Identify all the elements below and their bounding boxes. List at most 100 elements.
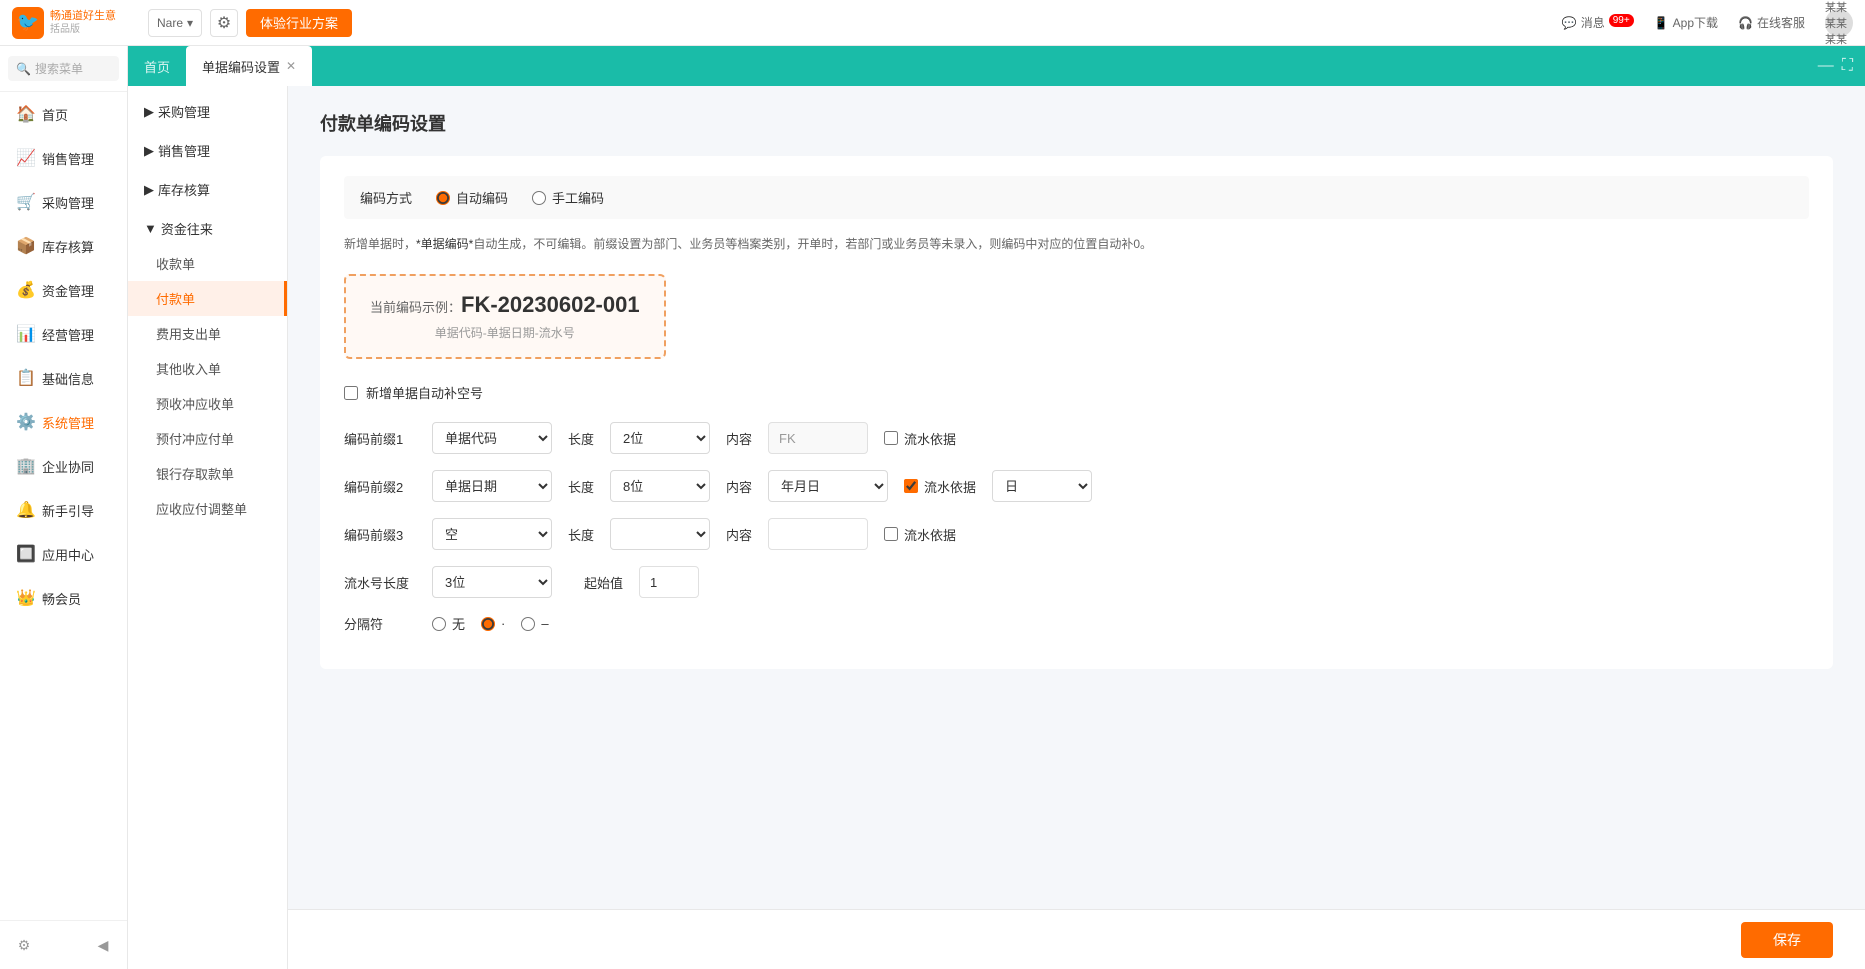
auto-encoding-label: 自动编码	[456, 188, 508, 207]
subnav-group-funds-title[interactable]: ▼ 资金往来	[128, 211, 287, 246]
subnav-group-inventory-title[interactable]: ▶ 库存核算	[128, 172, 287, 207]
maximize-icon[interactable]: ⛶	[1842, 57, 1853, 75]
sidebar-item-enterprise[interactable]: 🏢 企业协同	[0, 444, 127, 488]
sidebar-item-label: 新手引导	[42, 501, 94, 520]
serial3-label: 流水依据	[904, 525, 956, 544]
subnav-group-sales-title[interactable]: ▶ 销售管理	[128, 133, 287, 168]
prefix3-select[interactable]: 单据代码 单据日期 部门 业务员 空	[432, 518, 552, 550]
content-with-subnav: ▶ 采购管理 ▶ 销售管理 ▶ 库存核算	[128, 86, 1865, 969]
settings-gear-button[interactable]: ⚙	[210, 9, 238, 37]
minimize-icon[interactable]: —	[1818, 57, 1834, 75]
sidebar-search-area[interactable]: 🔍 搜索菜单	[0, 46, 127, 92]
tab-home[interactable]: 首页	[128, 46, 186, 86]
content2-select[interactable]: 年月日 年月 年	[768, 470, 888, 502]
length1-select[interactable]: 2位 4位	[610, 422, 710, 454]
subnav-item-adjustment[interactable]: 应收应付调整单	[128, 491, 287, 526]
sidebar-item-apps[interactable]: 🔲 应用中心	[0, 532, 127, 576]
sep-dash-radio[interactable]	[521, 617, 535, 631]
settings-bottom-button[interactable]: ⚙	[10, 931, 38, 959]
sidebar-item-member[interactable]: 👑 畅会员	[0, 576, 127, 620]
trial-button[interactable]: 体验行业方案	[246, 9, 352, 37]
save-button[interactable]: 保存	[1741, 922, 1833, 958]
collapse-sidebar-button[interactable]: ◀	[89, 931, 117, 959]
purchase-icon: 🛒	[16, 192, 34, 212]
prefix2-select[interactable]: 单据代码 单据日期 部门 业务员 空	[432, 470, 552, 502]
serial3-checkbox[interactable]	[884, 527, 898, 541]
auto-encoding-radio[interactable]	[436, 191, 450, 205]
page-title: 付款单编码设置	[320, 110, 1833, 136]
content1-input[interactable]	[768, 422, 868, 454]
sidebar-item-guide[interactable]: 🔔 新手引导	[0, 488, 127, 532]
app-download-action[interactable]: 📱 App下载	[1654, 14, 1718, 31]
sidebar-item-inventory[interactable]: 📦 库存核算	[0, 224, 127, 268]
sidebar-item-finance[interactable]: 💰 资金管理	[0, 268, 127, 312]
sep-none-radio[interactable]	[432, 617, 446, 631]
sep-dot-option[interactable]: ·	[481, 616, 505, 631]
code-preview-value: 当前编码示例：FK-20230602-001	[370, 292, 640, 318]
search-icon: 🔍	[16, 62, 31, 76]
subnav-item-bank-deposit[interactable]: 银行存取款单	[128, 456, 287, 491]
subnav-item-expense[interactable]: 费用支出单	[128, 316, 287, 351]
serial2-day-select[interactable]: 日 月 年	[992, 470, 1092, 502]
tab-close-icon[interactable]: ✕	[286, 59, 296, 73]
sidebar-item-system[interactable]: ⚙️ 系统管理	[0, 400, 127, 444]
content3-input[interactable]	[768, 518, 868, 550]
subnav-purchase-label: 采购管理	[158, 102, 210, 121]
sidebar-item-label: 首页	[42, 105, 68, 124]
serial2-checkbox[interactable]	[904, 479, 918, 493]
sep-dash-option[interactable]: –	[521, 616, 548, 631]
sidebar-item-operations[interactable]: 📊 经营管理	[0, 312, 127, 356]
page-content: 付款单编码设置 编码方式 自动编码 手工编码	[288, 86, 1865, 909]
logo-area: 🐦 畅通道好生意 括品版	[12, 7, 140, 39]
separator-label: 分隔符	[344, 614, 416, 633]
message-icon: 💬	[1562, 16, 1577, 30]
subnav-item-prepaid-pay[interactable]: 预付冲应付单	[128, 421, 287, 456]
enterprise-icon: 🏢	[16, 456, 34, 476]
sep-none-label: 无	[452, 614, 465, 633]
sidebar-item-basic[interactable]: 📋 基础信息	[0, 356, 127, 400]
auto-encoding-option[interactable]: 自动编码	[436, 188, 508, 207]
start-value-label: 起始值	[584, 573, 623, 592]
prefix1-select[interactable]: 单据代码 单据日期 部门 业务员 空	[432, 422, 552, 454]
serial-length-select[interactable]: 3位 4位 5位 6位	[432, 566, 552, 598]
sidebar-item-label: 资金管理	[42, 281, 94, 300]
system-icon: ⚙️	[16, 412, 34, 432]
manual-encoding-radio[interactable]	[532, 191, 546, 205]
start-value-input[interactable]	[639, 566, 699, 598]
manual-encoding-option[interactable]: 手工编码	[532, 188, 604, 207]
length3-label: 长度	[568, 525, 594, 544]
logo-text: 畅通道好生意 括品版	[50, 9, 116, 36]
length3-select[interactable]	[610, 518, 710, 550]
message-action[interactable]: 💬 消息 99+	[1562, 14, 1634, 31]
user-avatar[interactable]: 某某某某某某	[1825, 9, 1853, 37]
auto-fill-checkbox[interactable]	[344, 386, 358, 400]
content3-label: 内容	[726, 525, 752, 544]
subnav-group-purchase: ▶ 采购管理	[128, 94, 287, 129]
online-service-action[interactable]: 🎧 在线客服	[1738, 14, 1805, 31]
subnav-item-receipt[interactable]: 收款单	[128, 246, 287, 281]
subnav-group-purchase-title[interactable]: ▶ 采购管理	[128, 94, 287, 129]
chevron-right-icon: ▶	[144, 182, 154, 198]
subnav-item-payment[interactable]: 付款单	[128, 281, 287, 316]
length2-select[interactable]: 8位 6位	[610, 470, 710, 502]
sidebar-item-purchase[interactable]: 🛒 采购管理	[0, 180, 127, 224]
sidebar-search-inner[interactable]: 🔍 搜索菜单	[8, 56, 119, 81]
sub-nav: ▶ 采购管理 ▶ 销售管理 ▶ 库存核算	[128, 86, 288, 969]
subnav-funds-label: 资金往来	[161, 219, 213, 238]
sep-none-option[interactable]: 无	[432, 614, 465, 633]
subnav-item-prepaid-recv[interactable]: 预收冲应收单	[128, 386, 287, 421]
sidebar-item-home[interactable]: 🏠 首页	[0, 92, 127, 136]
main-layout: 🔍 搜索菜单 🏠 首页 📈 销售管理 🛒 采购管理 📦 库存核算 💰	[0, 46, 1865, 969]
prefix3-label: 编码前缀3	[344, 525, 416, 544]
tab-encoding[interactable]: 单据编码设置 ✕	[186, 46, 312, 86]
subnav-prepaid-pay-label: 预付冲应付单	[156, 432, 234, 447]
manual-encoding-label: 手工编码	[552, 188, 604, 207]
breadcrumb-dropdown[interactable]: Nare ▾	[148, 9, 202, 37]
subnav-item-income[interactable]: 其他收入单	[128, 351, 287, 386]
sidebar-item-sales[interactable]: 📈 销售管理	[0, 136, 127, 180]
serial1-checkbox[interactable]	[884, 431, 898, 445]
sidebar-item-label: 系统管理	[42, 413, 94, 432]
headset-icon: 🎧	[1738, 16, 1753, 30]
subnav-adjustment-label: 应收应付调整单	[156, 502, 247, 517]
sep-dot-radio[interactable]	[481, 617, 495, 631]
